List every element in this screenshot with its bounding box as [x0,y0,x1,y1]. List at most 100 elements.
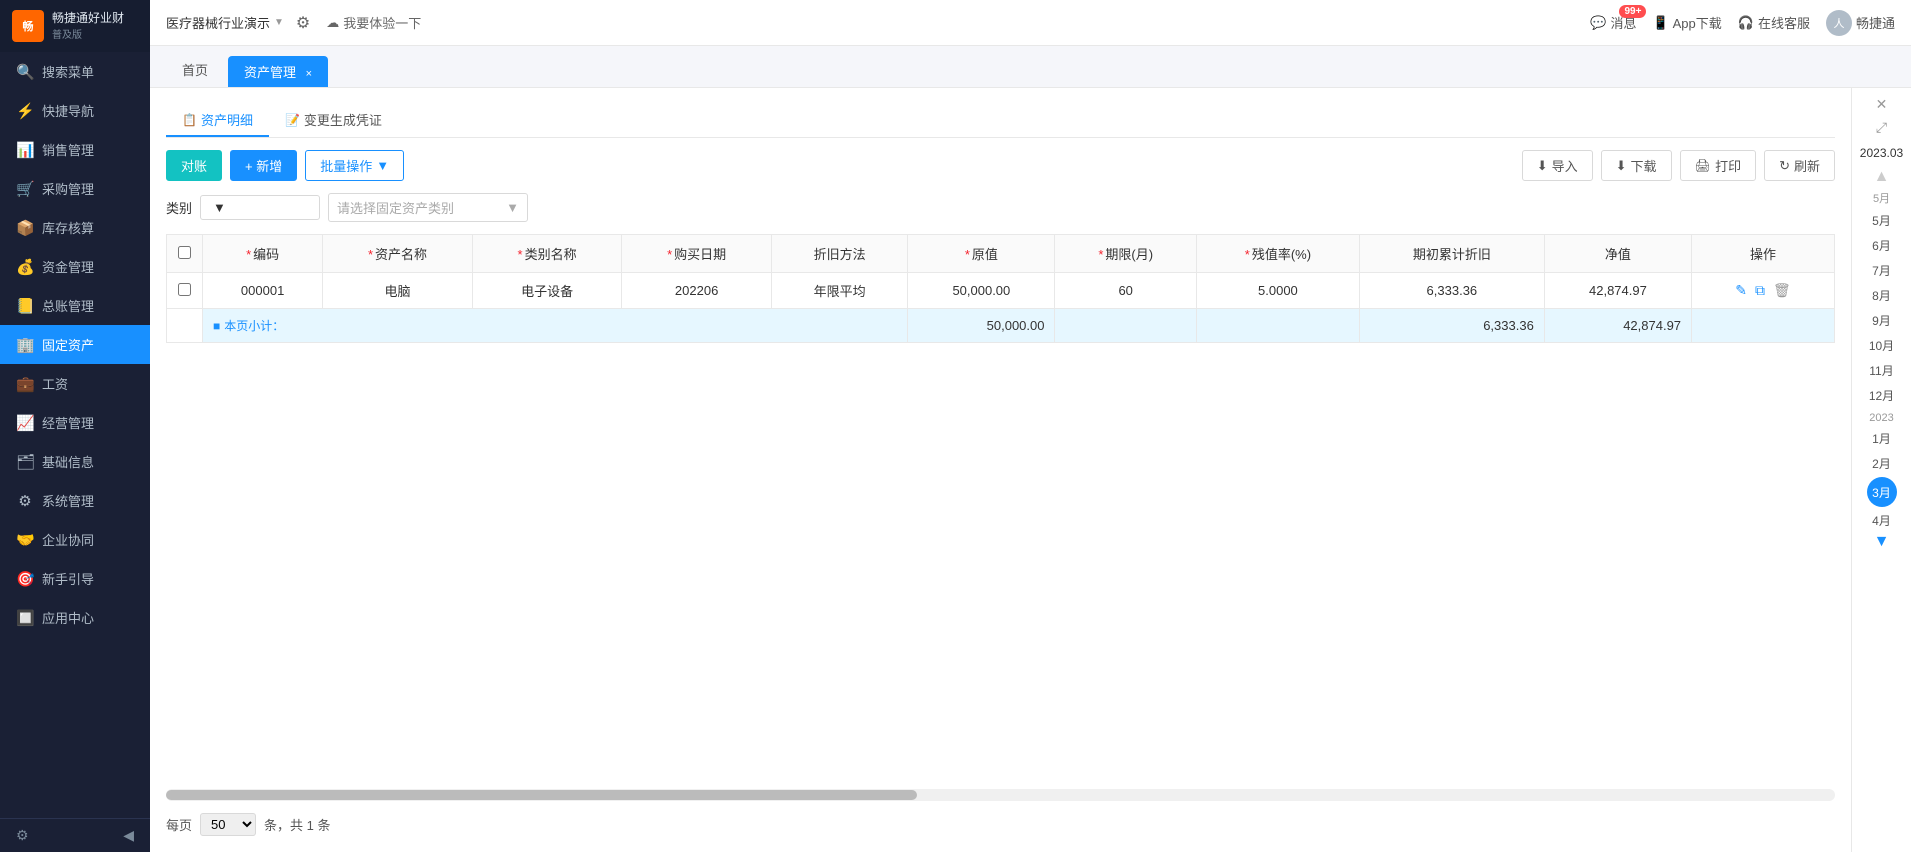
print-icon: 🖨 [1695,158,1712,174]
customer-service-button[interactable]: 🎧 在线客服 [1738,13,1810,32]
total-label: 条，共 1 条 [264,815,330,834]
th-residual-rate: *残值率(%) [1196,235,1359,273]
nav-label: 基础信息 [42,452,94,471]
tab-asset-management[interactable]: 资产管理 × [228,56,328,87]
sidebar-item-总账管理[interactable]: 📒总账管理 [0,286,150,325]
timeline-month-4-2023[interactable]: 4月 [1860,509,1904,532]
app-download-label: App下载 [1673,13,1722,32]
panel-close-icon[interactable]: ✕ [1876,96,1888,113]
user-menu[interactable]: 人 畅捷通 [1826,10,1895,36]
content-area: 📋 资产明细 📝 变更生成凭证 对账 + 新增 批量操作 ▼ [150,88,1911,852]
timeline-month-2-2023[interactable]: 2月 [1860,452,1904,475]
sub-tab-asset-detail[interactable]: 📋 资产明细 [166,104,269,137]
timeline-month-3-2023[interactable]: 3月 [1867,477,1897,507]
panel-next-icon[interactable]: ▼ [1874,533,1890,551]
sidebar-item-新手引导[interactable]: 🎯新手引导 [0,559,150,598]
print-label: 打印 [1715,156,1741,175]
company-selector[interactable]: 医疗器械行业演示 ▼ [166,13,284,32]
tab-asset-label: 资产管理 [244,65,296,80]
timeline-month-8[interactable]: 8月 [1860,284,1904,307]
topbar-right: 💬 消息 99+ 📱 App下载 🎧 在线客服 人 畅捷通 [1590,10,1895,36]
app-download-button[interactable]: 📱 App下载 [1652,13,1721,32]
nav-label: 资金管理 [42,257,94,276]
nav-icon: 💼 [16,375,34,393]
timeline-month-11[interactable]: 11月 [1860,359,1904,382]
nav-label: 系统管理 [42,491,94,510]
sidebar-header: 畅 畅捷通好业财 普及版 [0,0,150,52]
sidebar-item-快捷导航[interactable]: ⚡快捷导航 [0,91,150,130]
table-header-row: *编码 *资产名称 *类别名称 *购买日期 折旧方法 *原值 *期限(月) *残… [167,235,1835,273]
select-all-checkbox[interactable] [178,246,191,259]
sidebar-item-系统管理[interactable]: ⚙系统管理 [0,481,150,520]
sidebar-item-资金管理[interactable]: 💰 资金管理 [0,247,150,286]
print-button[interactable]: 🖨 打印 [1680,150,1757,181]
sub-tab-voucher-label: 变更生成凭证 [304,110,382,129]
messages-badge: 99+ [1619,5,1646,18]
nav-icon: 🔍 [16,63,34,81]
pagination-row: 每页 50 100 200 条，共 1 条 [166,813,1835,836]
new-button[interactable]: + 新增 [230,150,297,181]
company-dropdown-arrow: ▼ [274,17,284,28]
refresh-button[interactable]: ↻ 刷新 [1764,150,1835,181]
sidebar-item-企业协同[interactable]: 🤝企业协同 [0,520,150,559]
asset-category-dropdown[interactable]: 请选择固定资产类别 ▼ [328,193,528,222]
th-original-value: *原值 [908,235,1055,273]
timeline-month-1-2023[interactable]: 1月 [1860,427,1904,450]
topbar-gear-icon[interactable]: ⚙ [296,13,310,33]
sidebar-item-工资[interactable]: 💼工资 [0,364,150,403]
category-filter[interactable]: ▼ [200,195,320,220]
sidebar-item-经营管理[interactable]: 📈经营管理 [0,403,150,442]
reconcile-label: 对账 [181,156,207,175]
batch-dropdown-arrow: ▼ [376,158,389,173]
sidebar-item-应用中心[interactable]: 🔲应用中心 [0,598,150,637]
nav-label: 库存核算 [42,218,94,237]
edit-icon[interactable]: ✎ [1735,282,1747,299]
sidebar-item-基础信息[interactable]: 🗂基础信息 [0,442,150,481]
collapse-icon[interactable]: ◀ [123,827,134,844]
avatar: 人 [1826,10,1852,36]
messages-button[interactable]: 💬 消息 99+ [1590,13,1636,32]
sidebar-item-搜索菜单[interactable]: 🔍搜索菜单 [0,52,150,91]
panel-prev-icon[interactable]: ▲ [1874,168,1890,186]
import-button[interactable]: ⬇ 导入 [1522,150,1593,181]
timeline-month-6[interactable]: 6月 [1860,234,1904,257]
filter-row: 类别 ▼ 请选择固定资产类别 ▼ [166,193,1835,222]
app-edition: 普及版 [52,26,124,41]
experience-button[interactable]: ☁ 我要体验一下 [326,13,421,32]
horizontal-scrollbar[interactable] [166,789,1835,801]
timeline-month-12[interactable]: 12月 [1860,384,1904,407]
app-download-icon: 📱 [1652,15,1668,31]
settings-icon[interactable]: ⚙ [16,827,29,844]
panel-expand-icon[interactable]: ⤢ [1876,119,1887,136]
sidebar-item-固定资产[interactable]: 🏢固定资产 [0,325,150,364]
reconcile-button[interactable]: 对账 [166,150,222,181]
nav-icon: 🏢 [16,336,34,354]
sidebar-item-销售管理[interactable]: 📊销售管理 [0,130,150,169]
timeline-month-9[interactable]: 9月 [1860,309,1904,332]
th-code: *编码 [203,235,323,273]
sub-tab-voucher-gen[interactable]: 📝 变更生成凭证 [269,104,398,137]
batch-label: 批量操作 [320,156,372,175]
per-page-select[interactable]: 50 100 200 [200,813,256,836]
delete-icon[interactable]: 🗑 [1773,282,1791,299]
row-select-checkbox[interactable] [178,283,191,296]
timeline-month-7[interactable]: 7月 [1860,259,1904,282]
customer-service-label: 在线客服 [1758,13,1810,32]
timeline-month-5[interactable]: 5月 [1860,209,1904,232]
refresh-icon: ↻ [1779,158,1790,174]
nav-icon: 💰 [16,258,34,276]
tab-close-icon[interactable]: × [306,68,312,80]
toolbar: 对账 + 新增 批量操作 ▼ ⬇ 导入 ⬇ 下载 [166,150,1835,181]
copy-icon[interactable]: ⧉ [1755,282,1765,299]
app-logo: 畅 [12,10,44,42]
tabbar: 首页 资产管理 × [150,46,1911,88]
new-label: + 新增 [245,156,282,175]
tab-home[interactable]: 首页 [166,54,224,87]
timeline-month-10[interactable]: 10月 [1860,334,1904,357]
download-button[interactable]: ⬇ 下载 [1601,150,1672,181]
timeline-year-2022: 5月 [1873,190,1890,206]
sidebar-item-库存核算[interactable]: 📦库存核算 [0,208,150,247]
batch-button[interactable]: 批量操作 ▼ [305,150,404,181]
nav-label: 销售管理 [42,140,94,159]
sidebar-item-采购管理[interactable]: 🛒采购管理 [0,169,150,208]
